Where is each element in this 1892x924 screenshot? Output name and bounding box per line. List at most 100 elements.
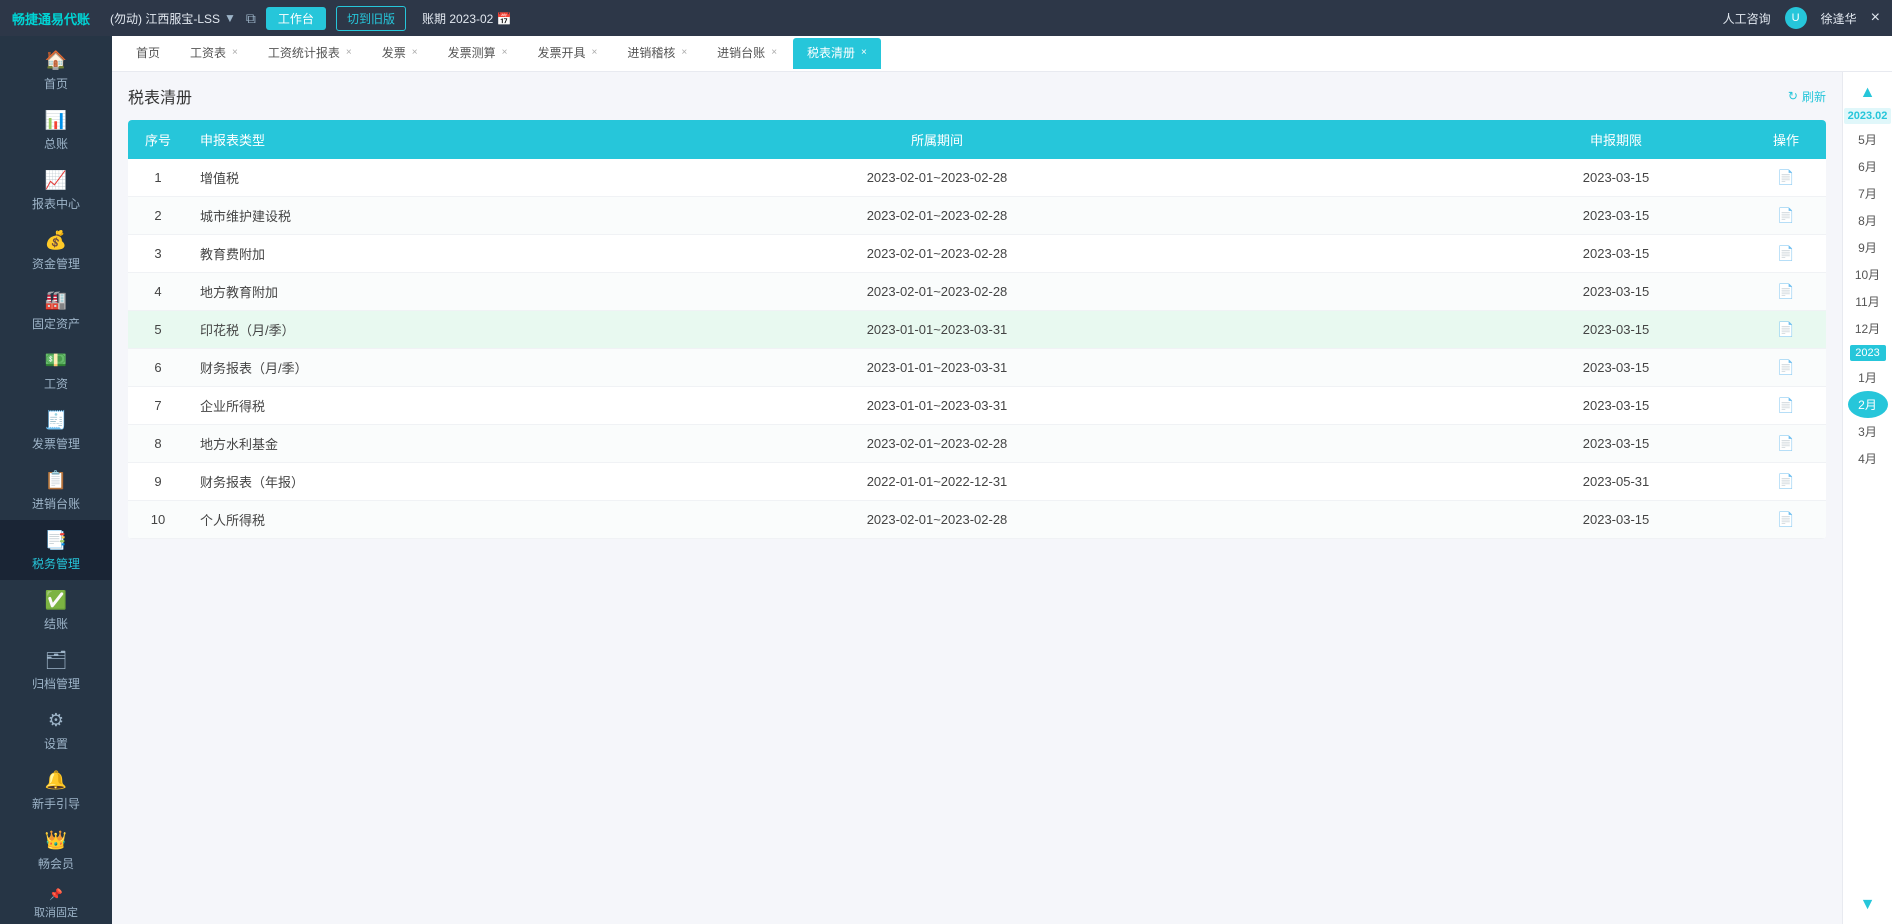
cell-action[interactable]: 📄 [1746,501,1826,539]
month-4[interactable]: 4月 [1848,445,1888,472]
action-icon[interactable]: 📄 [1777,207,1794,223]
tab-close-invoice[interactable]: × [412,47,418,58]
company-selector[interactable]: (勿动) 江西服宝-LSS ▼ [110,10,236,27]
header-seq: 序号 [128,120,188,159]
month-3[interactable]: 3月 [1848,418,1888,445]
cell-action[interactable]: 📄 [1746,425,1826,463]
trade-icon: 📋 [45,470,67,491]
cell-period: 2023-02-01~2023-02-28 [388,235,1486,273]
tab-purchase-check[interactable]: 进销稽核 × [613,38,701,69]
month-11-before[interactable]: 11月 [1848,288,1888,315]
year-down-arrow[interactable]: ▼ [1856,892,1880,918]
action-icon[interactable]: 📄 [1777,321,1794,337]
sidebar-item-fund[interactable]: 💰 资金管理 [0,220,112,280]
action-icon[interactable]: 📄 [1777,435,1794,451]
cell-action[interactable]: 📄 [1746,387,1826,425]
tab-salary-report[interactable]: 工资统计报表 × [254,38,366,69]
tab-label-home: 首页 [136,44,160,61]
month-1[interactable]: 1月 [1848,364,1888,391]
tab-close-invoice-open[interactable]: × [591,47,597,58]
cell-deadline: 2023-03-15 [1486,501,1746,539]
cell-period: 2023-02-01~2023-02-28 [388,159,1486,197]
company-dropdown-icon[interactable]: ▼ [224,11,236,25]
sidebar-item-asset[interactable]: 🏭 固定资产 [0,280,112,340]
main-layout: 🏠 首页 📊 总账 📈 报表中心 💰 资金管理 🏭 固定资产 💵 工资 🧾 发票… [0,36,1892,924]
tab-close-purchase-ledger[interactable]: × [771,47,777,58]
sidebar-item-archive[interactable]: 🗂 归档管理 [0,640,112,700]
cell-action[interactable]: 📄 [1746,349,1826,387]
tab-invoice[interactable]: 发票 × [368,38,432,69]
month-6-before[interactable]: 6月 [1848,153,1888,180]
action-icon[interactable]: 📄 [1777,283,1794,299]
action-icon[interactable]: 📄 [1777,473,1794,489]
company-name: (勿动) 江西服宝-LSS [110,10,220,27]
cell-deadline: 2023-03-15 [1486,349,1746,387]
cell-seq: 3 [128,235,188,273]
month-10-before[interactable]: 10月 [1848,261,1888,288]
tab-purchase-ledger[interactable]: 进销台账 × [703,38,791,69]
refresh-button[interactable]: ↻ 刷新 [1788,88,1826,105]
human-consult[interactable]: 人工咨询 [1723,10,1771,27]
cell-action[interactable]: 📄 [1746,311,1826,349]
tab-close-invoice-calc[interactable]: × [502,47,508,58]
switch-old-button[interactable]: 切到旧版 [336,6,406,31]
sidebar-item-vip[interactable]: 👑 畅会员 [0,820,112,880]
copy-icon[interactable]: ⧉ [246,10,256,27]
sidebar-item-invoice[interactable]: 🧾 发票管理 [0,400,112,460]
action-icon[interactable]: 📄 [1777,169,1794,185]
tab-label-invoice: 发票 [382,44,406,61]
window-close-icon[interactable]: × [1871,9,1880,27]
month-9-before[interactable]: 9月 [1848,234,1888,261]
sidebar-label-home: 首页 [44,75,68,92]
year-up-arrow[interactable]: ▲ [1856,80,1880,106]
action-icon[interactable]: 📄 [1777,397,1794,413]
tab-close-salary[interactable]: × [232,47,238,58]
tab-label-purchase-ledger: 进销台账 [717,44,765,61]
month-2[interactable]: 2月 [1848,391,1888,418]
action-icon[interactable]: 📄 [1777,511,1794,527]
table-row: 2 城市维护建设税 2023-02-01~2023-02-28 2023-03-… [128,197,1826,235]
cell-deadline: 2023-03-15 [1486,425,1746,463]
month-8-before[interactable]: 8月 [1848,207,1888,234]
sidebar-item-ledger[interactable]: 📊 总账 [0,100,112,160]
cell-type: 财务报表（月/季） [188,349,388,387]
month-5-before[interactable]: 5月 [1848,126,1888,153]
workstation-button[interactable]: 工作台 [266,7,326,30]
month-12-before[interactable]: 12月 [1848,315,1888,342]
sidebar-label-tax: 税务管理 [32,555,80,572]
tab-salary[interactable]: 工资表 × [176,38,252,69]
tab-invoice-open[interactable]: 发票开具 × [523,38,611,69]
cell-deadline: 2023-05-31 [1486,463,1746,501]
sidebar-item-salary[interactable]: 💵 工资 [0,340,112,400]
tab-close-salary-report[interactable]: × [346,47,352,58]
cell-action[interactable]: 📄 [1746,273,1826,311]
cell-seq: 2 [128,197,188,235]
tab-invoice-calc[interactable]: 发票测算 × [434,38,522,69]
user-name[interactable]: 徐逢华 [1821,10,1857,27]
cell-action[interactable]: 📄 [1746,463,1826,501]
sidebar-item-report[interactable]: 📈 报表中心 [0,160,112,220]
salary-icon: 💵 [45,350,67,371]
tab-home[interactable]: 首页 [122,38,174,69]
cell-action[interactable]: 📄 [1746,197,1826,235]
month-7-before[interactable]: 7月 [1848,180,1888,207]
sidebar-item-close[interactable]: ✅ 结账 [0,580,112,640]
unpin-button[interactable]: 📌 取消固定 [34,880,78,924]
settings-icon: ⚙ [48,710,64,731]
cell-deadline: 2023-03-15 [1486,273,1746,311]
sidebar-item-trade[interactable]: 📋 进销台账 [0,460,112,520]
cell-type: 地方教育附加 [188,273,388,311]
cell-action[interactable]: 📄 [1746,235,1826,273]
tab-close-tax-list[interactable]: × [861,47,867,58]
cell-period: 2023-02-01~2023-02-28 [388,501,1486,539]
sidebar-item-home[interactable]: 🏠 首页 [0,40,112,100]
header-action: 操作 [1746,120,1826,159]
sidebar-item-guide[interactable]: 🔔 新手引导 [0,760,112,820]
action-icon[interactable]: 📄 [1777,245,1794,261]
action-icon[interactable]: 📄 [1777,359,1794,375]
sidebar-item-settings[interactable]: ⚙ 设置 [0,700,112,760]
tab-close-purchase-check[interactable]: × [681,47,687,58]
sidebar-item-tax[interactable]: 📑 税务管理 [0,520,112,580]
tab-tax-list[interactable]: 税表清册 × [793,38,881,69]
cell-action[interactable]: 📄 [1746,159,1826,197]
